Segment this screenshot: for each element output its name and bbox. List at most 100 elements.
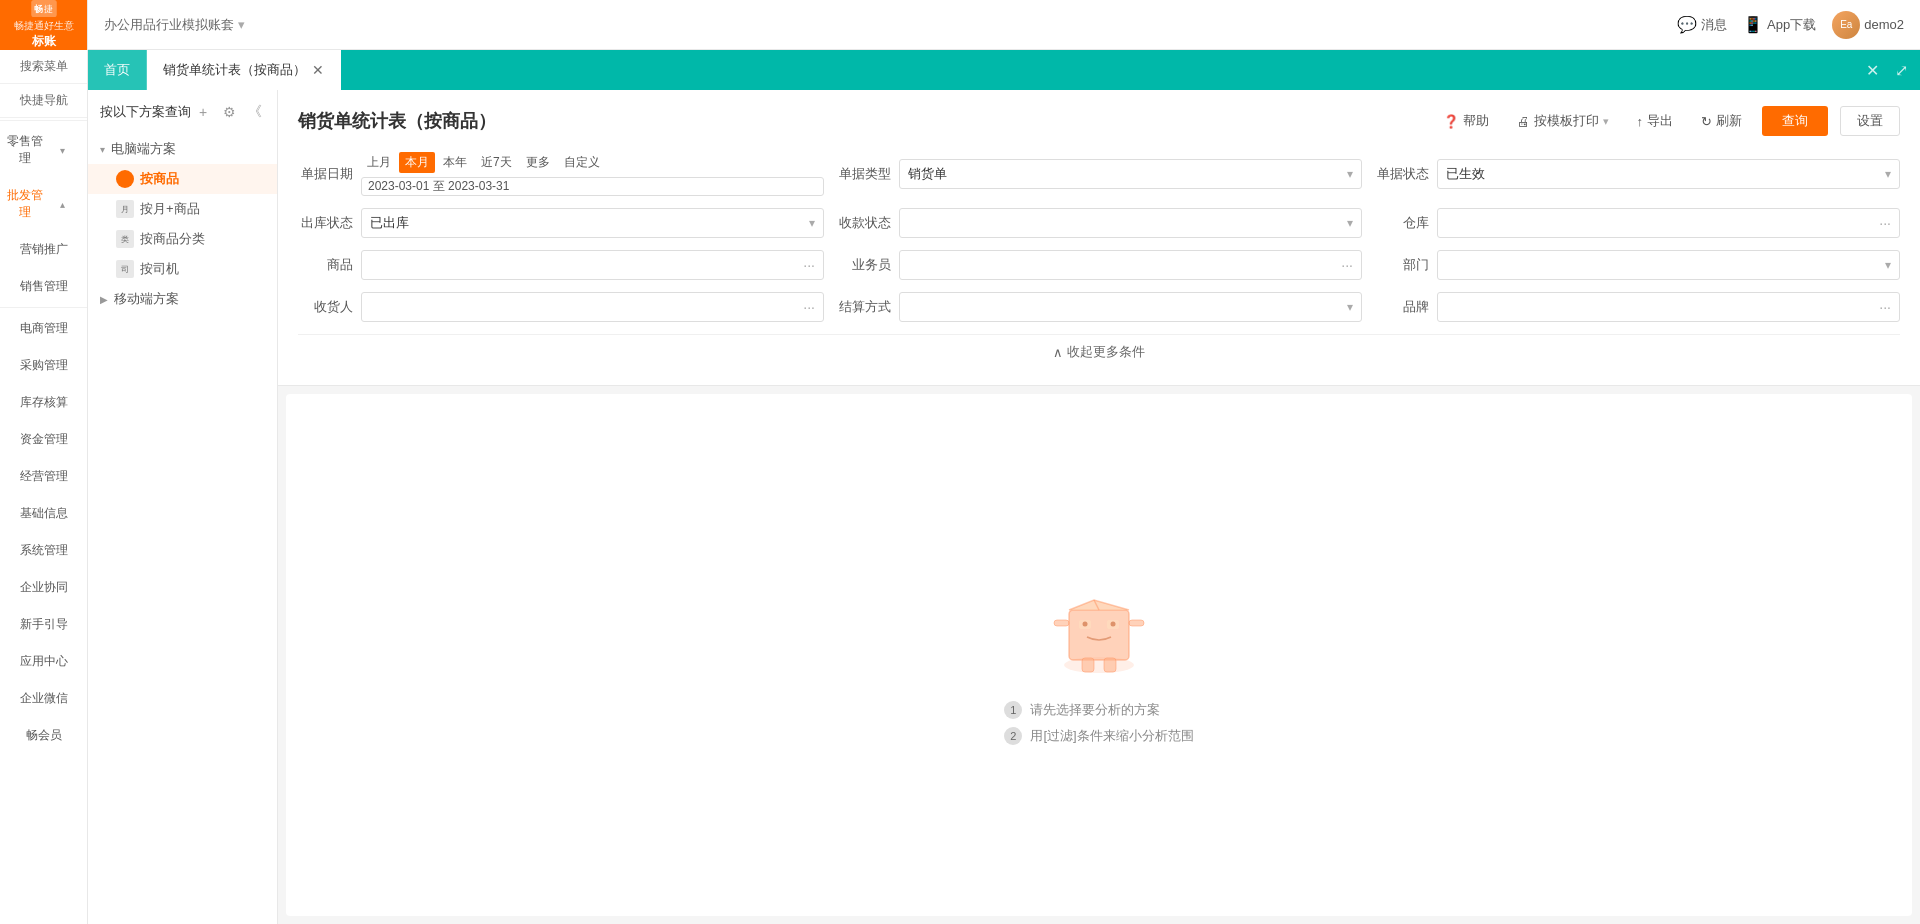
svg-rect-4 xyxy=(1069,610,1129,660)
print-btn[interactable]: 🖨 按模板打印 ▾ xyxy=(1509,108,1617,134)
tree-by-category[interactable]: 类 按商品分类 xyxy=(88,224,277,254)
payment-status-label: 收款状态 xyxy=(836,214,891,232)
settings-button[interactable]: 设置 xyxy=(1840,106,1900,136)
tree-section: ▾ 电脑端方案 按商品 月 按月+商品 类 按商品分类 xyxy=(88,130,277,318)
header-right: 💬 消息 📱 App下载 Ea demo2 xyxy=(1677,11,1904,39)
tab-home[interactable]: 首页 xyxy=(88,50,147,90)
svg-point-7 xyxy=(1083,622,1088,627)
date-filter: 单据日期 上月 本月 本年 近7天 更多 自定义 2023- xyxy=(298,152,824,196)
sidebar-item-operations[interactable]: 经营管理 xyxy=(0,458,87,495)
sidebar-item-retail[interactable]: 零售管理 ▾ xyxy=(0,123,87,177)
sidebar-item-appstore[interactable]: 应用中心 xyxy=(0,643,87,680)
receiver-input[interactable]: ··· xyxy=(361,292,824,322)
tree-by-dept[interactable]: 司 按司机 xyxy=(88,254,277,284)
message-btn[interactable]: 💬 消息 xyxy=(1677,15,1727,34)
brand-dots[interactable]: ··· xyxy=(1879,299,1891,315)
svg-point-8 xyxy=(1111,622,1116,627)
product-dots[interactable]: ··· xyxy=(803,257,815,273)
date-this-year[interactable]: 本年 xyxy=(437,152,473,173)
refresh-btn[interactable]: ↻ 刷新 xyxy=(1693,108,1750,134)
brand-label: 品牌 xyxy=(1374,298,1429,316)
sidebar-item-finance[interactable]: 资金管理 xyxy=(0,421,87,458)
settings-scheme-btn[interactable]: ⚙ xyxy=(219,102,239,122)
tree-mobile[interactable]: ▶ 移动端方案 xyxy=(88,284,277,314)
brand-input[interactable]: ··· xyxy=(1437,292,1900,322)
department-select[interactable] xyxy=(1437,250,1900,280)
breadcrumb-arrow: ▾ xyxy=(238,17,245,32)
date-7days[interactable]: 近7天 xyxy=(475,152,518,173)
sidebar-item-ecommerce[interactable]: 电商管理 xyxy=(0,310,87,347)
sidebar-item-basic[interactable]: 基础信息 xyxy=(0,495,87,532)
settlement-select[interactable] xyxy=(899,292,1362,322)
salesperson-dots[interactable]: ··· xyxy=(1341,257,1353,273)
tree-by-product[interactable]: 按商品 xyxy=(88,164,277,194)
department-filter: 部门 xyxy=(1374,250,1900,280)
payment-status-select[interactable] xyxy=(899,208,1362,238)
doc-type-select[interactable]: 销货单 xyxy=(899,159,1362,189)
main-area: 办公用品行业模拟账套 ▾ 💬 消息 📱 App下载 Ea demo2 首页 xyxy=(88,0,1920,924)
sidebar-item-purchase[interactable]: 采购管理 xyxy=(0,347,87,384)
sidebar-item-system[interactable]: 系统管理 xyxy=(0,532,87,569)
doc-type-filter: 单据类型 销货单 xyxy=(836,159,1362,189)
sidebar-item-marketing[interactable]: 营销推广 xyxy=(0,231,87,268)
date-custom[interactable]: 自定义 xyxy=(558,152,606,173)
salesperson-input[interactable]: ··· xyxy=(899,250,1362,280)
app-download-btn[interactable]: 📱 App下载 xyxy=(1743,15,1816,34)
receiver-dots[interactable]: ··· xyxy=(803,299,815,315)
query-button[interactable]: 查询 xyxy=(1762,106,1828,136)
sidebar-item-enterprise[interactable]: 企业协同 xyxy=(0,569,87,606)
close-tab-icon[interactable]: ✕ xyxy=(312,62,324,78)
user-area[interactable]: Ea demo2 xyxy=(1832,11,1904,39)
sidebar-item-newbie[interactable]: 新手引导 xyxy=(0,606,87,643)
empty-state: 1 请先选择要分析的方案 2 用[过滤]条件来缩小分析范围 xyxy=(286,394,1912,916)
doc-type-label: 单据类型 xyxy=(836,165,891,183)
empty-illustration xyxy=(1039,565,1159,685)
doc-status-select[interactable]: 已生效 xyxy=(1437,159,1900,189)
warehouse-input[interactable]: ··· xyxy=(1437,208,1900,238)
collapse-panel-btn[interactable]: 《 xyxy=(245,102,265,122)
sidebar-item-wholesale[interactable]: 批发管理 ▴ xyxy=(0,177,87,231)
add-scheme-btn[interactable]: + xyxy=(193,102,213,122)
tree-desktop[interactable]: ▾ 电脑端方案 xyxy=(88,134,277,164)
header-left: 办公用品行业模拟账套 ▾ xyxy=(104,16,245,34)
refresh-icon: ↻ xyxy=(1701,114,1712,129)
collapse-label: 收起更多条件 xyxy=(1067,343,1145,361)
product-input[interactable]: ··· xyxy=(361,250,824,280)
quick-nav[interactable]: 快捷导航 xyxy=(0,84,87,118)
out-status-select[interactable]: 已出库 xyxy=(361,208,824,238)
out-status-label: 出库状态 xyxy=(298,214,353,232)
maximize-icon[interactable]: ⤢ xyxy=(1891,57,1912,84)
sidebar-item-member[interactable]: 畅会员 xyxy=(0,717,87,754)
date-this-month[interactable]: 本月 xyxy=(399,152,435,173)
date-quick-options: 上月 本月 本年 近7天 更多 自定义 xyxy=(361,152,824,173)
sidebar-item-inventory[interactable]: 库存核算 xyxy=(0,384,87,421)
logo-icon: 畅 捷 xyxy=(29,0,59,17)
settlement-filter: 结算方式 xyxy=(836,292,1362,322)
collapse-icon: ∧ xyxy=(1053,345,1063,360)
panel-actions: + ⚙ 《 xyxy=(193,102,265,122)
empty-tip-2: 2 用[过滤]条件来缩小分析范围 xyxy=(1004,727,1193,745)
export-btn[interactable]: ↑ 导出 xyxy=(1629,108,1682,134)
date-range-input[interactable]: 2023-03-01 至 2023-03-31 xyxy=(361,177,824,196)
breadcrumb: 办公用品行业模拟账套 ▾ xyxy=(104,16,245,34)
help-btn[interactable]: ❓ 帮助 xyxy=(1435,108,1497,134)
collapse-bar[interactable]: ∧ 收起更多条件 xyxy=(298,334,1900,369)
close-window-icon[interactable]: ✕ xyxy=(1862,57,1883,84)
phone-icon: 📱 xyxy=(1743,15,1763,34)
date-last-month[interactable]: 上月 xyxy=(361,152,397,173)
svg-rect-12 xyxy=(1104,658,1116,672)
tab-sales-stats[interactable]: 销货单统计表（按商品） ✕ xyxy=(147,50,341,90)
warehouse-filter: 仓库 ··· xyxy=(1374,208,1900,238)
tree-by-month-product[interactable]: 月 按月+商品 xyxy=(88,194,277,224)
sidebar-item-sales[interactable]: 销售管理 xyxy=(0,268,87,305)
warehouse-dots[interactable]: ··· xyxy=(1879,215,1891,231)
sidebar-item-wechat[interactable]: 企业微信 xyxy=(0,680,87,717)
search-menu[interactable]: 搜索菜单 xyxy=(0,50,87,84)
right-panel: 销货单统计表（按商品） ❓ 帮助 🖨 按模板打印 ▾ ↑ xyxy=(278,90,1920,924)
date-label: 单据日期 xyxy=(298,165,353,183)
date-more[interactable]: 更多 xyxy=(520,152,556,173)
settlement-label: 结算方式 xyxy=(836,298,891,316)
tree-arrow-right: ▶ xyxy=(100,294,108,305)
svg-text:捷: 捷 xyxy=(44,4,53,14)
home-tab-label: 首页 xyxy=(104,61,130,79)
